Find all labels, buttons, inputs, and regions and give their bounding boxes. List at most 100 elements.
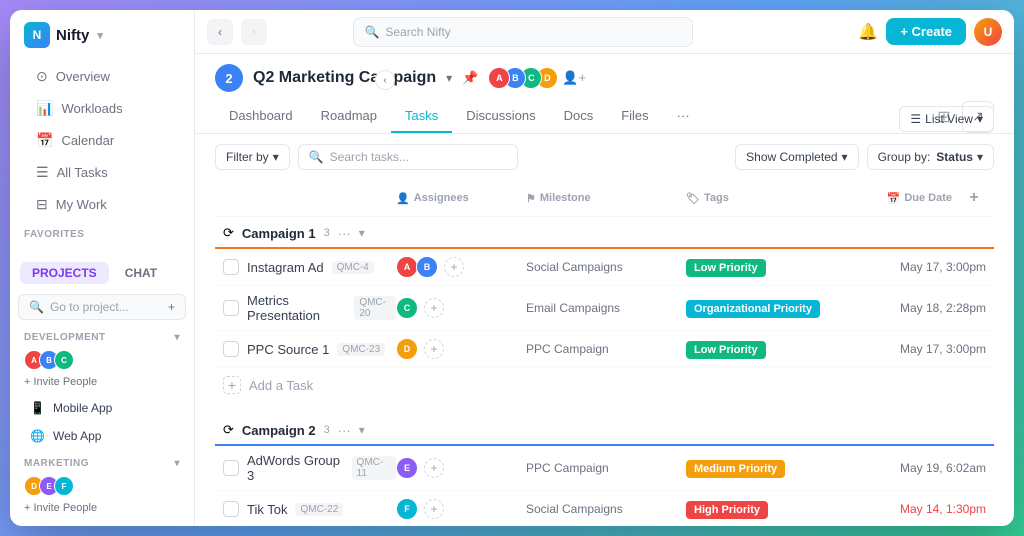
more-options-icon[interactable]: ··· xyxy=(338,423,351,438)
task-name-cell: PPC Source 1 QMC-23 xyxy=(223,341,396,357)
task-checkbox[interactable] xyxy=(223,341,239,357)
topbar-right: 🔔 + Create U xyxy=(858,18,1002,46)
task-name[interactable]: Metrics Presentation xyxy=(247,293,346,323)
tab-more[interactable]: ··· xyxy=(663,100,704,133)
more-options-icon[interactable]: ··· xyxy=(338,226,351,241)
th-milestone: ⚑ Milestone xyxy=(526,186,686,210)
chevron-down-icon[interactable]: ▾ xyxy=(174,332,180,343)
sidebar-item-mobile-app[interactable]: 📱 Mobile App xyxy=(16,395,188,421)
nav-back-button[interactable]: ‹ xyxy=(207,19,233,45)
tab-chat[interactable]: CHAT xyxy=(113,262,169,284)
tag-cell: High Priority xyxy=(686,500,846,519)
due-date-cell: May 17, 3:00pm xyxy=(846,260,986,274)
assignees-cell: F + xyxy=(396,498,526,520)
th-task xyxy=(223,186,396,210)
sidebar-item-workloads[interactable]: 📊 Workloads xyxy=(22,93,182,124)
chevron-down-icon[interactable]: ▾ xyxy=(359,226,365,240)
due-date-cell: May 17, 3:00pm xyxy=(846,342,986,356)
app-name: Nifty xyxy=(56,27,89,44)
main-content: ‹ ‹ › 🔍 Search Nifty 🔔 + Create U 2 Q2 M… xyxy=(195,10,1014,526)
task-name[interactable]: Instagram Ad xyxy=(247,260,324,275)
logo-icon: N xyxy=(24,22,50,48)
due-date-icon: 📅 xyxy=(887,192,901,205)
task-name-cell: AdWords Group 3 QMC-11 xyxy=(223,453,396,483)
sidebar-item-overview[interactable]: ⊙ Overview xyxy=(22,61,182,92)
project-title: Q2 Marketing Campaign xyxy=(253,69,436,87)
overview-icon: ⊙ xyxy=(36,68,48,85)
avatar: A xyxy=(396,256,418,278)
task-name[interactable]: Tik Tok xyxy=(247,502,287,517)
task-name[interactable]: AdWords Group 3 xyxy=(247,453,344,483)
add-assignee-button[interactable]: + xyxy=(424,458,444,478)
campaign-icon: ⟳ xyxy=(223,422,234,438)
global-search[interactable]: 🔍 Search Nifty xyxy=(353,17,693,47)
th-due-date: 📅 Due Date + xyxy=(846,186,986,210)
group-by-button[interactable]: Group by: Status ▾ xyxy=(867,144,994,170)
tab-roadmap[interactable]: Roadmap xyxy=(307,100,391,133)
nav-forward-button[interactable]: › xyxy=(241,19,267,45)
task-id: QMC-23 xyxy=(337,343,385,356)
sidebar-item-calendar[interactable]: 📅 Calendar xyxy=(22,125,182,156)
add-task-plus-icon: + xyxy=(223,376,241,394)
add-task-row-1[interactable]: + Add a Task xyxy=(215,368,994,402)
search-icon: 🔍 xyxy=(309,150,324,164)
campaign-name[interactable]: Campaign 2 xyxy=(242,423,316,438)
add-assignee-button[interactable]: + xyxy=(424,499,444,519)
sidebar-search[interactable]: 🔍 Go to project... + xyxy=(18,294,186,320)
invite-people-marketing[interactable]: + Invite People xyxy=(10,500,194,520)
sidebar-item-all-tasks[interactable]: ☰ All Tasks xyxy=(22,157,182,188)
add-project-icon[interactable]: + xyxy=(168,300,175,314)
milestone-cell: PPC Campaign xyxy=(526,461,686,475)
marketing-avatars: D E F xyxy=(10,472,194,500)
chevron-down-icon: ▾ xyxy=(977,150,983,164)
tag-badge: Medium Priority xyxy=(686,460,785,478)
app-logo[interactable]: N Nifty ▾ xyxy=(10,10,194,60)
assignees-cell: C + xyxy=(396,297,526,319)
sidebar-collapse-button[interactable]: ‹ xyxy=(375,70,395,90)
chevron-down-icon[interactable]: ▾ xyxy=(174,458,180,469)
task-search[interactable]: 🔍 Search tasks... xyxy=(298,144,518,170)
add-assignee-button[interactable]: + xyxy=(424,339,444,359)
chevron-down-icon: ▾ xyxy=(273,150,279,164)
milestone-cell: Social Campaigns xyxy=(526,502,686,516)
sidebar-item-my-work[interactable]: ⊟ My Work xyxy=(22,189,182,220)
task-name-cell: Instagram Ad QMC-4 xyxy=(223,259,396,275)
due-date-cell: May 14, 1:30pm xyxy=(846,502,986,516)
group-development: DEVELOPMENT ▾ xyxy=(10,324,194,346)
tab-tasks[interactable]: Tasks xyxy=(391,100,452,133)
tab-dashboard[interactable]: Dashboard xyxy=(215,100,307,133)
project-title-dropdown[interactable]: ▾ xyxy=(446,71,452,85)
all-tasks-icon: ☰ xyxy=(36,164,49,181)
tag-cell: Low Priority xyxy=(686,258,846,277)
notification-icon[interactable]: 🔔 xyxy=(858,22,878,42)
task-checkbox[interactable] xyxy=(223,300,239,316)
add-column-button[interactable]: + xyxy=(962,186,986,210)
task-checkbox[interactable] xyxy=(223,259,239,275)
create-button[interactable]: + Create xyxy=(886,18,966,45)
show-completed-button[interactable]: Show Completed ▾ xyxy=(735,144,858,170)
project-title-row: 2 Q2 Marketing Campaign ▾ 📌 A B C D 👤+ xyxy=(215,64,994,92)
campaign-count: 3 xyxy=(324,227,330,239)
tab-projects[interactable]: PROJECTS xyxy=(20,262,109,284)
add-member-icon[interactable]: 👤+ xyxy=(562,70,586,86)
user-avatar[interactable]: U xyxy=(974,18,1002,46)
sidebar-item-web-app[interactable]: 🌐 Web App xyxy=(16,423,188,449)
filter-button[interactable]: Filter by ▾ xyxy=(215,144,290,170)
tag-badge: Low Priority xyxy=(686,341,766,359)
project-header: 2 Q2 Marketing Campaign ▾ 📌 A B C D 👤+ D… xyxy=(195,54,1014,134)
campaign-name[interactable]: Campaign 1 xyxy=(242,226,316,241)
tab-discussions[interactable]: Discussions xyxy=(452,100,549,133)
task-name[interactable]: PPC Source 1 xyxy=(247,342,329,357)
task-checkbox[interactable] xyxy=(223,460,239,476)
add-assignee-button[interactable]: + xyxy=(424,298,444,318)
tab-docs[interactable]: Docs xyxy=(550,100,608,133)
add-assignee-button[interactable]: + xyxy=(444,257,464,277)
task-checkbox[interactable] xyxy=(223,501,239,517)
campaign-count: 3 xyxy=(324,424,330,436)
sidebar-item-q1-marketing[interactable]: 1 Q1 Marketing Campaign xyxy=(16,521,188,526)
tab-files[interactable]: Files xyxy=(607,100,662,133)
chevron-down-icon[interactable]: ▾ xyxy=(359,423,365,437)
list-view-button[interactable]: ☰ List View ▾ xyxy=(899,106,994,132)
invite-people-dev[interactable]: + Invite People xyxy=(10,374,194,394)
add-task-label: Add a Task xyxy=(249,378,313,393)
